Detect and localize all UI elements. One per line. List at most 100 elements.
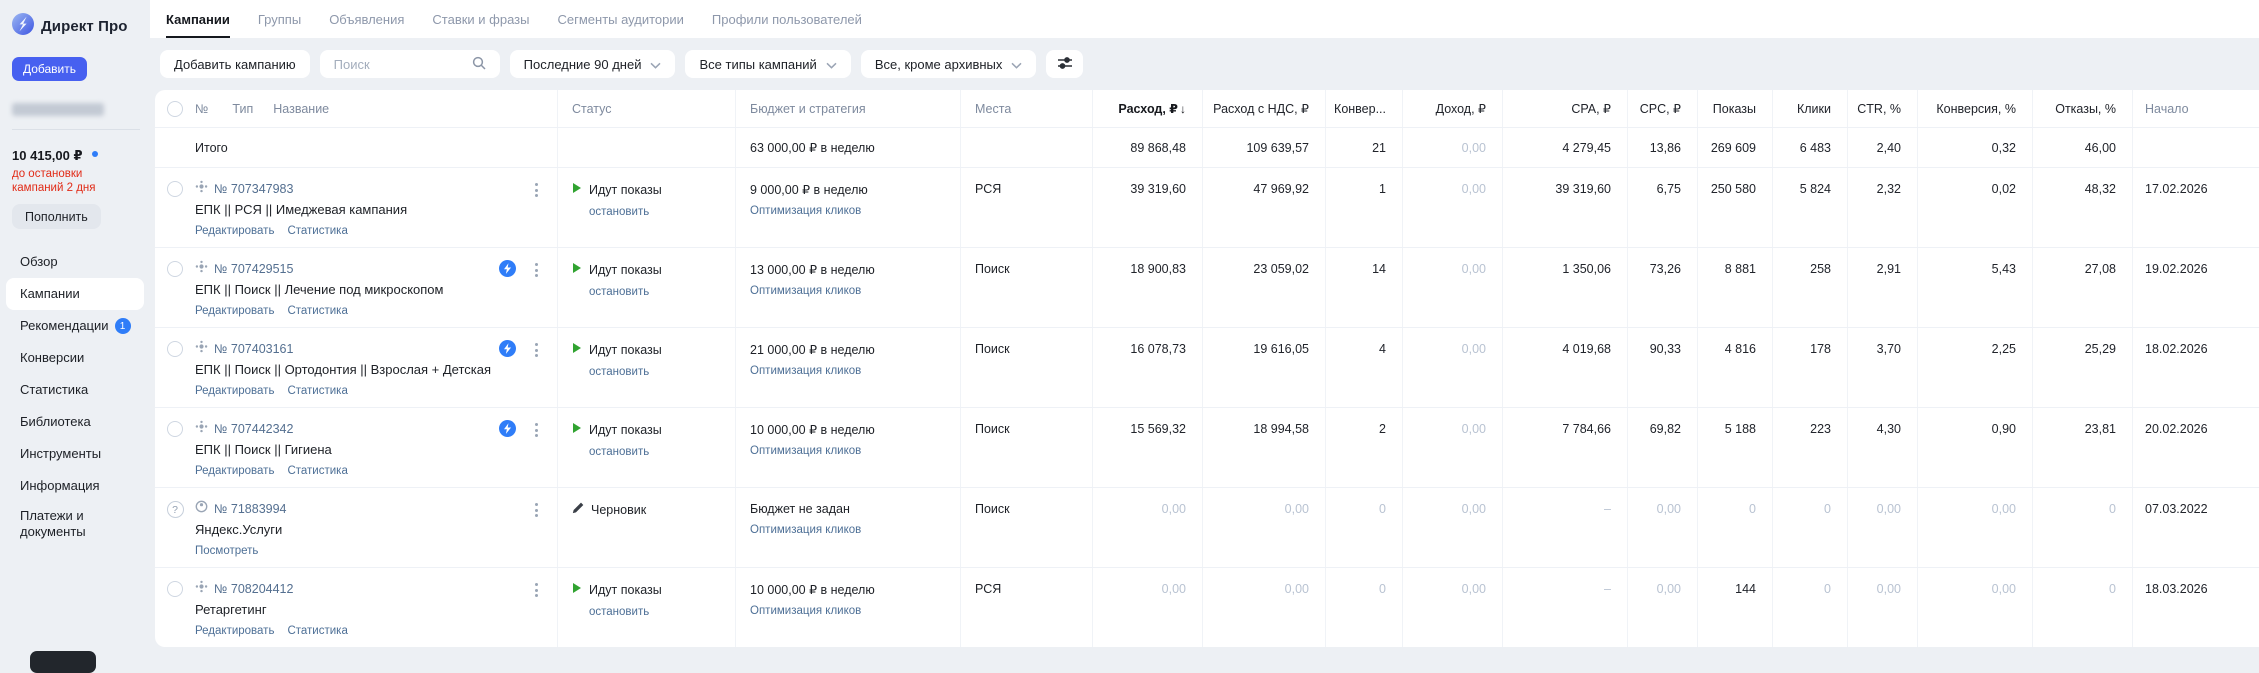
campaign-action-link[interactable]: Статистика xyxy=(287,625,347,637)
sidebar-item[interactable]: Рекомендации 1 xyxy=(6,310,144,342)
strategy-link[interactable]: Оптимизация кликов xyxy=(750,285,960,297)
tab[interactable]: Профили пользователей xyxy=(712,0,862,38)
archive-filter-dropdown[interactable]: Все, кроме архивных xyxy=(860,50,1037,78)
metric-cell: 73,26 xyxy=(1627,248,1697,327)
status-action-link[interactable]: остановить xyxy=(589,446,735,458)
strategy-link[interactable]: Оптимизация кликов xyxy=(750,524,960,536)
campaign-action-link[interactable]: Статистика xyxy=(287,465,347,477)
tab[interactable]: Ставки и фразы xyxy=(432,0,529,38)
kebab-menu-icon[interactable] xyxy=(533,261,540,279)
campaign-action-link[interactable]: Статистика xyxy=(287,305,347,317)
add-campaign-button[interactable]: Добавить кампанию xyxy=(160,50,310,78)
metric-cell: 258 xyxy=(1772,248,1847,327)
row-checkbox[interactable] xyxy=(167,581,183,597)
header-status[interactable]: Статус xyxy=(557,90,735,127)
campaign-name[interactable]: ЕПК || Поиск || Гигиена xyxy=(195,442,515,457)
header-income[interactable]: Доход, ₽ xyxy=(1402,90,1502,127)
boost-badge-icon[interactable] xyxy=(499,340,516,362)
campaign-name[interactable]: Ретаргетинг xyxy=(195,602,515,617)
header-bounces[interactable]: Отказы, % xyxy=(2032,90,2132,127)
metric-cell: 0,00 xyxy=(1402,488,1502,567)
campaign-number[interactable]: № 71883994 xyxy=(214,502,287,516)
strategy-link[interactable]: Оптимизация кликов xyxy=(750,365,960,377)
kebab-menu-icon[interactable] xyxy=(533,501,540,519)
row-checkbox[interactable] xyxy=(167,181,183,197)
date-range-dropdown[interactable]: Последние 90 дней xyxy=(509,50,676,78)
sliders-icon xyxy=(1057,55,1073,74)
kebab-menu-icon[interactable] xyxy=(533,581,540,599)
campaign-action-link[interactable]: Редактировать xyxy=(195,305,274,317)
campaign-action-link[interactable]: Редактировать xyxy=(195,625,274,637)
metric-cell: 0,00 xyxy=(1402,568,1502,647)
sidebar-item[interactable]: Статистика xyxy=(6,374,144,406)
header-start[interactable]: Начало xyxy=(2132,90,2259,127)
sidebar-item[interactable]: Платежи и документы xyxy=(6,502,144,546)
app-logo[interactable]: Директ Про xyxy=(12,13,128,40)
campaign-action-link[interactable]: Редактировать xyxy=(195,225,274,237)
add-button[interactable]: Добавить xyxy=(12,57,87,81)
kebab-menu-icon[interactable] xyxy=(533,181,540,199)
sidebar-item[interactable]: Обзор xyxy=(6,246,144,278)
row-checkbox[interactable] xyxy=(167,421,183,437)
status-action-link[interactable]: остановить xyxy=(589,206,735,218)
header-cpc[interactable]: CPC, ₽ xyxy=(1627,90,1697,127)
campaign-number[interactable]: № 708204412 xyxy=(214,582,293,596)
campaign-action-link[interactable]: Редактировать xyxy=(195,465,274,477)
campaign-type-dropdown[interactable]: Все типы кампаний xyxy=(685,50,851,78)
campaign-number[interactable]: № 707403161 xyxy=(214,342,293,356)
campaign-number[interactable]: № 707347983 xyxy=(214,182,293,196)
metric-cell: 6 483 xyxy=(1772,128,1847,167)
row-checkbox[interactable] xyxy=(167,341,183,357)
row-checkbox[interactable] xyxy=(167,261,183,277)
campaign-name[interactable]: ЕПК || Поиск || Лечение под микроскопом xyxy=(195,282,515,297)
header-conversion-pct[interactable]: Конверсия, % xyxy=(1917,90,2032,127)
header-cpa[interactable]: CPA, ₽ xyxy=(1502,90,1627,127)
campaign-action-link[interactable]: Посмотреть xyxy=(195,545,258,557)
campaign-action-link[interactable]: Редактировать xyxy=(195,385,274,397)
boost-badge-icon[interactable] xyxy=(499,420,516,442)
kebab-menu-icon[interactable] xyxy=(533,421,540,439)
strategy-link[interactable]: Оптимизация кликов xyxy=(750,205,960,217)
topup-button[interactable]: Пополнить xyxy=(12,204,101,229)
tab[interactable]: Группы xyxy=(258,0,301,38)
campaign-number[interactable]: № 707442342 xyxy=(214,422,293,436)
header-expense-vat[interactable]: Расход с НДС, ₽ xyxy=(1202,90,1325,127)
columns-settings-button[interactable] xyxy=(1046,50,1084,78)
header-clicks[interactable]: Клики xyxy=(1772,90,1847,127)
tab[interactable]: Сегменты аудитории xyxy=(557,0,683,38)
header-main[interactable]: № Тип Название xyxy=(195,90,557,127)
cutoff-popover[interactable] xyxy=(30,651,96,673)
header-ctr[interactable]: CTR, % xyxy=(1847,90,1917,127)
header-expense[interactable]: Расход, ₽ ↓ xyxy=(1092,90,1202,127)
metric-cell: 89 868,48 xyxy=(1092,128,1202,167)
campaign-name[interactable]: ЕПК || Поиск || Ортодонтия || Взрослая +… xyxy=(195,362,515,377)
sidebar-item[interactable]: Инструменты xyxy=(6,438,144,470)
strategy-link[interactable]: Оптимизация кликов xyxy=(750,445,960,457)
kebab-menu-icon[interactable] xyxy=(533,341,540,359)
header-conversions[interactable]: Конвер... xyxy=(1325,90,1402,127)
sidebar-item[interactable]: Библиотека xyxy=(6,406,144,438)
campaign-action-link[interactable]: Статистика xyxy=(287,225,347,237)
status-action-link[interactable]: остановить xyxy=(589,286,735,298)
sidebar-item[interactable]: Информация xyxy=(6,470,144,502)
campaign-action-link[interactable]: Статистика xyxy=(287,385,347,397)
campaign-name[interactable]: ЕПК || РСЯ || Имеджевая кампания xyxy=(195,202,515,217)
header-budget[interactable]: Бюджет и стратегия xyxy=(735,90,960,127)
status-action-link[interactable]: остановить xyxy=(589,606,735,618)
status-action-link[interactable]: остановить xyxy=(589,366,735,378)
search-box[interactable] xyxy=(319,50,500,78)
sidebar-item[interactable]: Конверсии xyxy=(6,342,144,374)
tab[interactable]: Кампании xyxy=(166,0,230,38)
header-impressions[interactable]: Показы xyxy=(1697,90,1772,127)
boost-badge-icon[interactable] xyxy=(499,260,516,282)
campaign-name[interactable]: Яндекс.Услуги xyxy=(195,522,515,537)
budget-cell: 9 000,00 ₽ в неделю Оптимизация кликов xyxy=(735,168,960,247)
strategy-link[interactable]: Оптимизация кликов xyxy=(750,605,960,617)
select-all-checkbox[interactable] xyxy=(167,100,183,117)
tab[interactable]: Объявления xyxy=(329,0,404,38)
account-name-blurred[interactable] xyxy=(12,103,104,116)
campaign-number[interactable]: № 707429515 xyxy=(214,262,293,276)
search-input[interactable] xyxy=(333,56,469,72)
header-places[interactable]: Места xyxy=(960,90,1092,127)
sidebar-item[interactable]: Кампании xyxy=(6,278,144,310)
